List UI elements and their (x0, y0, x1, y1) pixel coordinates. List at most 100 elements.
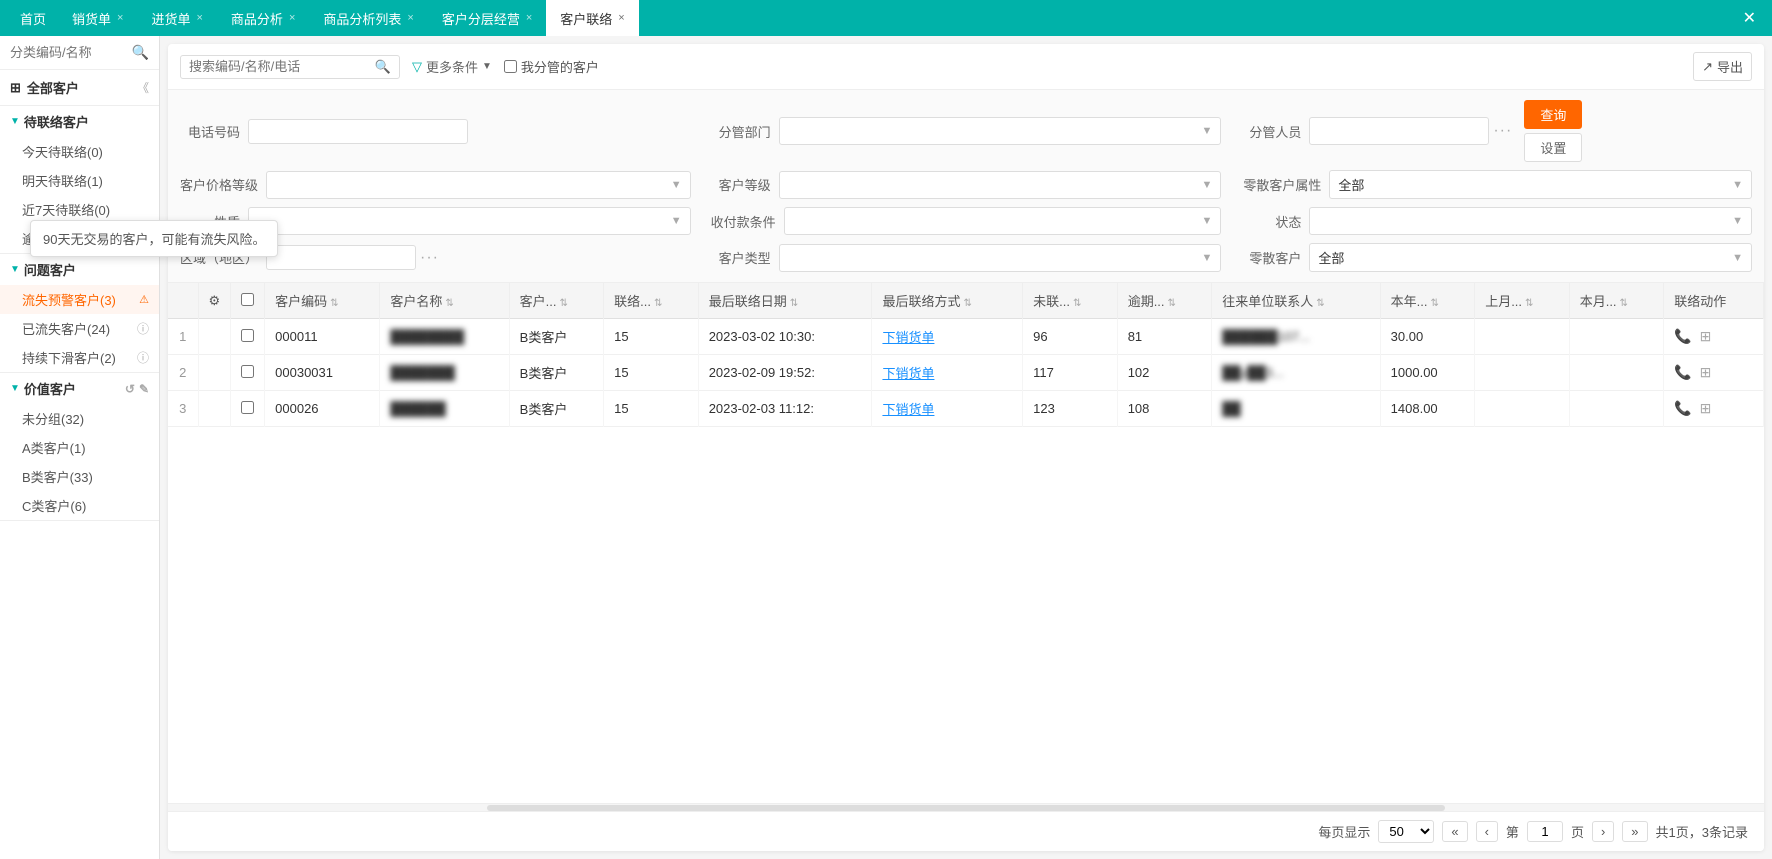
nav-close-customer-contact[interactable]: × (618, 12, 624, 24)
grid-icon-2[interactable]: ⊞ (1700, 400, 1712, 417)
phone-icon-1[interactable]: 📞 (1674, 364, 1691, 381)
query-button[interactable]: 查询 (1524, 100, 1582, 129)
sidebar-item-decreasing[interactable]: 持续下滑客户(2) ⓘ (0, 343, 159, 372)
filter-input-region[interactable] (266, 245, 416, 270)
col-last-contact-date[interactable]: 最后联络日期⇅ (698, 283, 872, 319)
edit-icon-value[interactable]: ✎ (139, 382, 149, 396)
refresh-icon-value[interactable]: ↺ (125, 382, 135, 396)
col-last-month[interactable]: 上月...⇅ (1475, 283, 1570, 319)
row-checkbox-2[interactable] (241, 401, 254, 414)
sidebar-item-unsorted-label: 未分组(32) (22, 409, 149, 428)
nav-close-purchase[interactable]: × (196, 12, 202, 24)
nav-item-customer-tier[interactable]: 客户分层经营 × (428, 0, 546, 36)
sidebar-item-unsorted[interactable]: 未分组(32) (0, 404, 159, 433)
col-this-year[interactable]: 本年...⇅ (1380, 283, 1475, 319)
nav-close-customer-tier[interactable]: × (526, 12, 532, 24)
sidebar-group-lost-header[interactable]: ▼ 问题客户 (0, 254, 159, 285)
row-checkbox-0[interactable] (241, 329, 254, 342)
cell-name-2: ██████ (380, 391, 509, 427)
prev-page-btn[interactable]: ‹ (1476, 821, 1498, 842)
filter-dots-person[interactable]: ··· (1489, 118, 1516, 144)
last-page-btn[interactable]: » (1622, 821, 1647, 842)
nav-label-analysis: 商品分析 (231, 9, 283, 28)
nav-item-analysis[interactable]: 商品分析 × (217, 0, 309, 36)
my-customers-checkbox[interactable] (504, 60, 517, 73)
horizontal-scrollbar[interactable] (168, 803, 1764, 811)
nav-item-home[interactable]: 首页 (8, 0, 58, 36)
cell-thismonth-1 (1569, 355, 1664, 391)
filter-field-status: 状态 ▼ (1241, 207, 1752, 235)
per-page-select[interactable]: 50 20 100 (1378, 820, 1434, 843)
sidebar-item-classB[interactable]: B类客户(33) (0, 462, 159, 491)
nav-item-customer-contact[interactable]: 客户联络 × (546, 0, 638, 36)
sidebar-item-about-to-lose[interactable]: 流失预警客户(3) ⚠ (0, 285, 159, 314)
sidebar-item-classC[interactable]: C类客户(6) (0, 491, 159, 520)
col-no-contact[interactable]: 未联...⇅ (1023, 283, 1118, 319)
col-unit-contact[interactable]: 往来单位联系人⇅ (1212, 283, 1380, 319)
col-customer-code[interactable]: 客户编码⇅ (265, 283, 380, 319)
sidebar-group-value-header[interactable]: ▼ 价值客户 ↺ ✎ (0, 373, 159, 404)
filter-label-dept: 分管部门 (711, 122, 771, 141)
my-customers-checkbox-container[interactable]: 我分管的客户 (504, 57, 599, 76)
row-checkbox-1[interactable] (241, 365, 254, 378)
toolbar-search-input[interactable] (189, 59, 369, 74)
filter-select-person[interactable] (1309, 117, 1489, 145)
nav-item-sales[interactable]: 销货单 × (58, 0, 137, 36)
col-last-contact-method[interactable]: 最后联络方式⇅ (872, 283, 1023, 319)
more-conditions-btn[interactable]: ▽ 更多条件 ▼ (412, 57, 492, 76)
col-customer-type[interactable]: 客户...⇅ (509, 283, 604, 319)
filter-select-customer-tier[interactable]: ▼ (779, 171, 1222, 199)
select-all-checkbox[interactable] (241, 293, 254, 306)
sidebar-search-input[interactable] (10, 45, 132, 60)
filter-select-price-tier[interactable]: ▼ (266, 171, 691, 199)
toolbar-search-container: 🔍 (180, 55, 400, 79)
filter-select-dept[interactable]: ▼ (779, 117, 1222, 145)
sidebar-item-tomorrow-label: 明天待联络(1) (22, 171, 149, 190)
cell-method-1[interactable]: 下销货单 (872, 355, 1023, 391)
page-number-input[interactable] (1527, 821, 1563, 842)
filter-select-retail[interactable]: 全部 ▼ (1309, 243, 1752, 272)
cell-method-2[interactable]: 下销货单 (872, 391, 1023, 427)
phone-icon-0[interactable]: 📞 (1674, 328, 1691, 345)
sidebar-item-classA[interactable]: A类客户(1) (0, 433, 159, 462)
nav-item-purchase[interactable]: 进货单 × (137, 0, 216, 36)
filter-row-2: 客户价格等级 ▼ 客户等级 ▼ 零散客户属性 全部 (180, 170, 1752, 199)
cell-method-0[interactable]: 下销货单 (872, 319, 1023, 355)
nav-close-analysis-list[interactable]: × (407, 12, 413, 24)
col-customer-name[interactable]: 客户名称⇅ (380, 283, 509, 319)
col-settings[interactable]: ⚙ (198, 283, 231, 319)
filter-select-status[interactable]: ▼ (1309, 207, 1752, 235)
filter-input-phone[interactable] (248, 119, 468, 144)
action-icons-0: 📞 ⊞ (1674, 328, 1753, 345)
cell-unit-1: ██y██3... (1212, 355, 1380, 391)
sidebar-item-tomorrow[interactable]: 明天待联络(1) (0, 166, 159, 195)
grid-icon-0[interactable]: ⊞ (1700, 328, 1712, 345)
sidebar-item-already-lost[interactable]: 已流失客户(24) ⓘ (0, 314, 159, 343)
cell-lastmonth-2 (1475, 391, 1570, 427)
filter-select-nature[interactable]: ▼ (248, 207, 691, 235)
action-icons-2: 📞 ⊞ (1674, 400, 1753, 417)
sidebar-all-customers[interactable]: ⊞ 全部客户 《 (0, 70, 159, 106)
toolbar-search-icon[interactable]: 🔍 (375, 59, 391, 75)
filter-select-payment[interactable]: ▼ (784, 207, 1222, 235)
next-page-btn[interactable]: › (1592, 821, 1614, 842)
filter-select-retail-attr[interactable]: 全部 ▼ (1329, 170, 1752, 199)
col-contact[interactable]: 联络...⇅ (604, 283, 699, 319)
grid-icon-1[interactable]: ⊞ (1700, 364, 1712, 381)
filter-dots-region[interactable]: ··· (416, 245, 443, 271)
col-this-month[interactable]: 本月...⇅ (1569, 283, 1664, 319)
sidebar-item-today[interactable]: 今天待联络(0) (0, 137, 159, 166)
col-overdue[interactable]: 逾期...⇅ (1117, 283, 1212, 319)
nav-close-analysis[interactable]: × (289, 12, 295, 24)
nav-close-sales[interactable]: × (117, 12, 123, 24)
nav-item-analysis-list[interactable]: 商品分析列表 × (309, 0, 427, 36)
cell-thisyear-0: 30.00 (1380, 319, 1475, 355)
export-button[interactable]: ↗ 导出 (1693, 52, 1752, 81)
first-page-btn[interactable]: « (1442, 821, 1467, 842)
filter-select-customer-type[interactable]: ▼ (779, 244, 1222, 272)
sort-icon-method: ⇅ (963, 298, 971, 309)
setting-button[interactable]: 设置 (1524, 133, 1582, 162)
phone-icon-2[interactable]: 📞 (1674, 400, 1691, 417)
sidebar-group-pending-header[interactable]: ▼ 待联络客户 (0, 106, 159, 137)
window-close-button[interactable]: ✕ (1735, 8, 1764, 28)
